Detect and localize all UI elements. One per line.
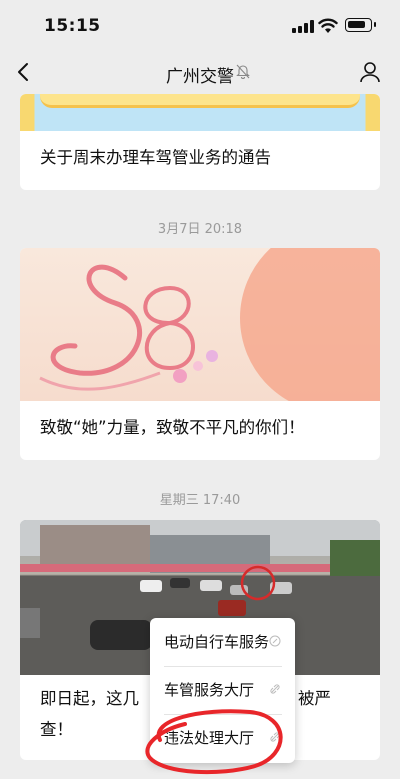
cartoon-banner-image [20,94,380,131]
womens-day-38-banner-image [20,248,380,413]
article-title-line1-start[interactable]: 即日起，这几 [40,685,139,713]
article-title[interactable]: 关于周末办理车驾管业务的通告 [40,144,271,172]
article-title-line1-end[interactable]: 被严 [298,685,331,713]
signal-icon [292,20,314,33]
article-title[interactable]: 致敬“她”力量，致敬不平凡的你们！ [40,414,305,442]
article-title-line2[interactable]: 查！ [40,716,73,744]
battery-level [348,21,365,28]
status-time: 15:15 [44,16,101,36]
page-title: 广州交警 [166,67,234,87]
message-timestamp: 星期三 17:40 [159,493,241,508]
highlight-circle-annotation [145,709,283,775]
link-icon [269,635,281,647]
bell-muted-icon [236,64,250,79]
battery-icon [345,18,376,32]
menu-item-label: 车管服务大厅 [164,681,255,699]
menu-item-ebike-service[interactable]: 电动自行车服务 [150,618,295,666]
person-icon[interactable] [358,60,382,84]
article-card-womens-day[interactable]: 致敬“她”力量，致敬不平凡的你们！ [20,248,380,460]
link-icon [270,684,280,694]
status-bar: 15:15 [0,0,400,50]
wifi-icon [318,18,338,33]
article-card-weekend-notice[interactable]: 关于周末办理车驾管业务的通告 [20,94,380,190]
message-timestamp: 3月7日 20:18 [157,222,243,237]
menu-item-label: 电动自行车服务 [164,633,270,651]
nav-bar: 广州交警 [0,50,400,94]
